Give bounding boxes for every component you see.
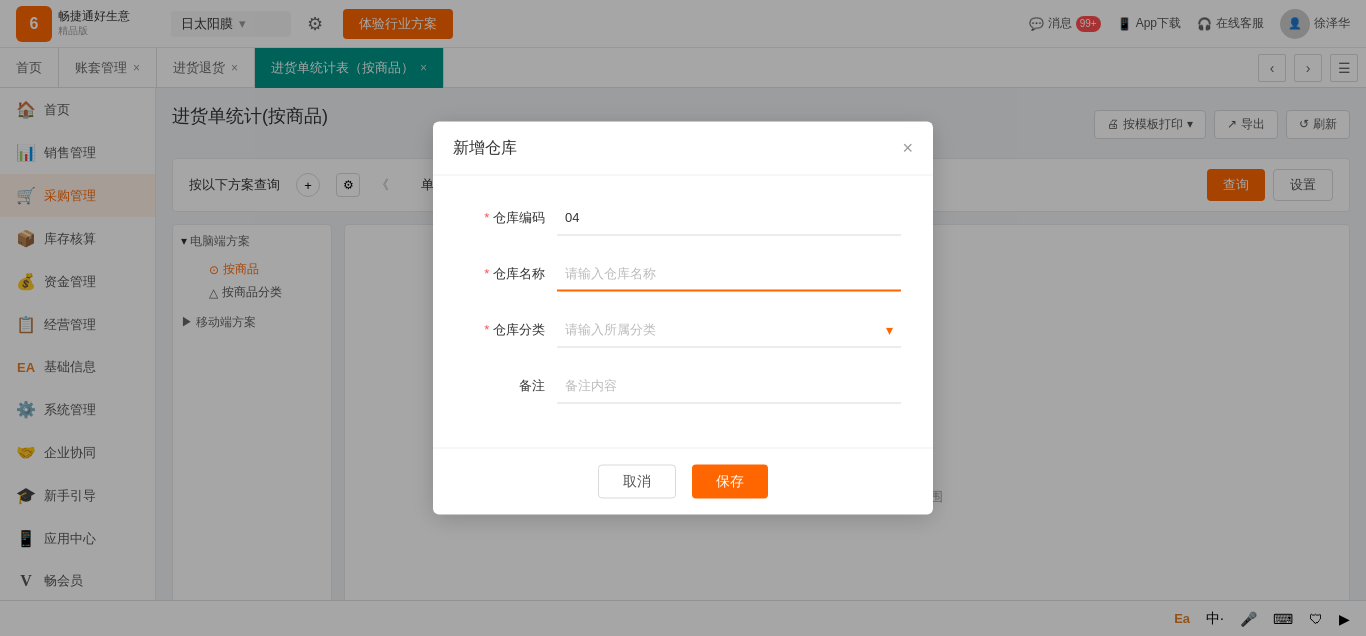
note-input[interactable] (557, 368, 901, 404)
note-field-row: 备注 (465, 368, 901, 404)
category-select[interactable]: 请输入所属分类 ▾ (557, 312, 901, 348)
code-field-row: 仓库编码 (465, 200, 901, 236)
modal-footer: 取消 保存 (433, 448, 933, 515)
name-input[interactable] (557, 256, 901, 292)
code-label: 仓库编码 (465, 209, 545, 227)
category-label: 仓库分类 (465, 321, 545, 339)
name-field-row: 仓库名称 (465, 256, 901, 292)
modal-header: 新增仓库 × (433, 122, 933, 176)
add-warehouse-modal: 新增仓库 × 仓库编码 仓库名称 仓库分类 请输入所属分类 ▾ 备注 取消 保存 (433, 122, 933, 515)
name-label: 仓库名称 (465, 265, 545, 283)
chevron-down-icon: ▾ (886, 321, 893, 337)
note-label: 备注 (465, 377, 545, 395)
modal-title: 新增仓库 (453, 138, 517, 159)
cancel-button[interactable]: 取消 (598, 465, 676, 499)
category-field-row: 仓库分类 请输入所属分类 ▾ (465, 312, 901, 348)
modal-body: 仓库编码 仓库名称 仓库分类 请输入所属分类 ▾ 备注 (433, 176, 933, 448)
modal-close-button[interactable]: × (902, 138, 913, 159)
category-placeholder: 请输入所属分类 (565, 320, 656, 338)
code-input[interactable] (557, 200, 901, 236)
save-button[interactable]: 保存 (692, 465, 768, 499)
